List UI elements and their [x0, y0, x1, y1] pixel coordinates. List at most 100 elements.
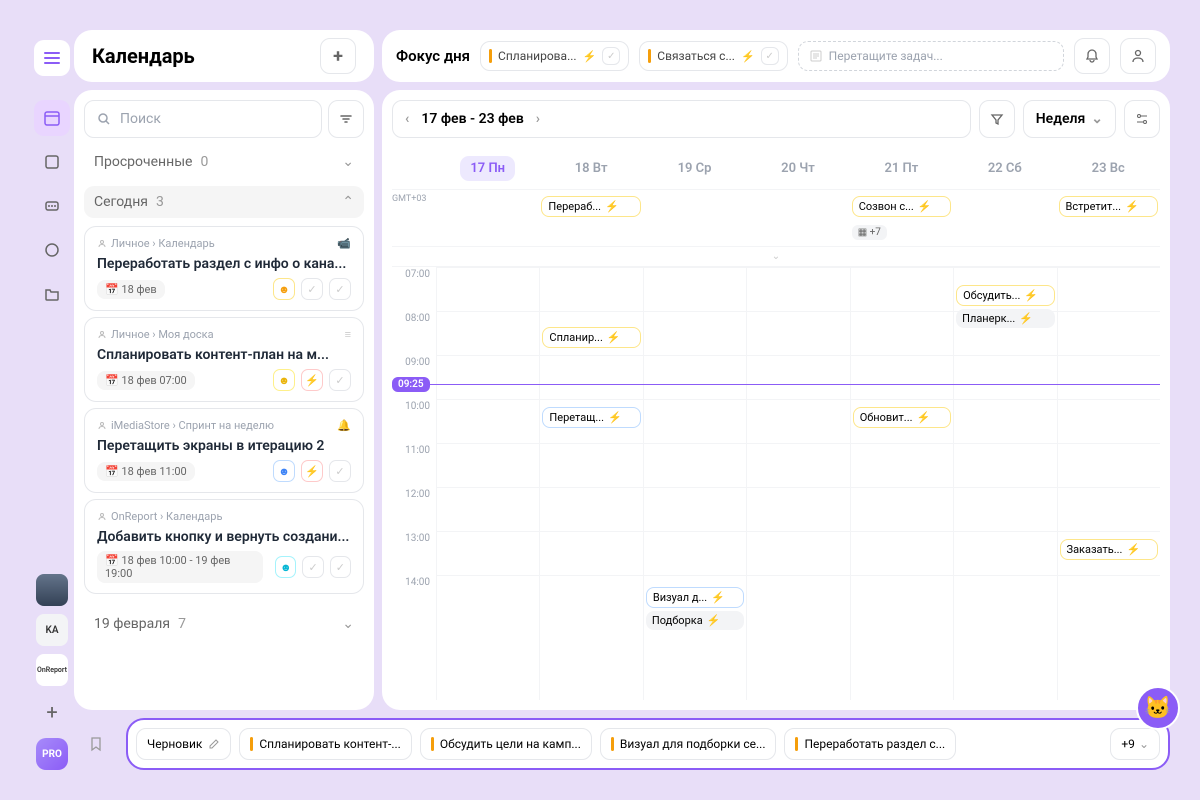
- cal-settings-button[interactable]: [1124, 100, 1160, 138]
- day-header[interactable]: 19 Ср: [643, 156, 746, 181]
- calendar-event[interactable]: Спланир... ⚡: [542, 327, 640, 348]
- hour-label: 11:00: [392, 443, 436, 487]
- task-status-icon[interactable]: ✓: [301, 278, 323, 300]
- day-column[interactable]: Обсудить... ⚡ Планерк... ⚡: [953, 267, 1056, 700]
- bottom-chip[interactable]: Обсудить цели на камп...: [420, 728, 592, 760]
- day-header[interactable]: 21 Пт: [850, 156, 953, 181]
- task-status-icon[interactable]: ☻: [273, 278, 295, 300]
- day-header[interactable]: 22 Сб: [953, 156, 1056, 181]
- task-date: 📅 18 фев: [97, 280, 165, 299]
- calendar-event[interactable]: Визуал д... ⚡: [646, 587, 744, 608]
- day-column[interactable]: [436, 267, 539, 700]
- add-button[interactable]: +: [320, 38, 356, 74]
- task-date: 📅 18 фев 11:00: [97, 462, 195, 481]
- hour-label: 12:00: [392, 487, 436, 531]
- day-column[interactable]: Визуал д... ⚡ Подборка ⚡: [643, 267, 746, 700]
- task-status-icon[interactable]: ✓: [329, 460, 351, 482]
- prev-week-button[interactable]: ‹: [401, 111, 413, 127]
- calendar-event[interactable]: Перетащ... ⚡: [542, 407, 640, 428]
- calendar-event[interactable]: Обсудить... ⚡: [956, 285, 1054, 306]
- calendar-panel: ‹ 17 фев - 23 фев › Неделя ⌄ 17: [382, 90, 1170, 710]
- task-card[interactable]: Личное › Моя доска ≡ Спланировать контен…: [84, 317, 364, 402]
- allday-event[interactable]: Созвон с... ⚡: [852, 196, 951, 217]
- task-sidebar: Поиск Просроченные 0 ⌄ Сегодня 3 ⌃: [74, 90, 374, 710]
- task-status-icon[interactable]: ☻: [273, 460, 295, 482]
- task-status-icon[interactable]: ☻: [275, 556, 296, 578]
- nav-calendar[interactable]: [34, 100, 70, 136]
- nav-chat[interactable]: [34, 232, 70, 268]
- day-header[interactable]: 17 Пн: [436, 156, 539, 181]
- filter-button[interactable]: [328, 100, 364, 138]
- bottom-chip[interactable]: Переработать раздел с...: [784, 728, 956, 760]
- more-chips-button[interactable]: +9 ⌄: [1110, 728, 1160, 760]
- workspace-avatar-ka[interactable]: KA: [36, 614, 68, 646]
- task-title: Перетащить экраны в итерацию 2: [97, 438, 351, 454]
- task-status-icon[interactable]: ✓: [329, 369, 351, 391]
- pro-badge[interactable]: PRO: [36, 738, 68, 770]
- calendar-event[interactable]: Заказать... ⚡: [1060, 539, 1158, 560]
- task-status-icon[interactable]: ☻: [273, 369, 295, 391]
- allday-event[interactable]: Перераб... ⚡: [541, 196, 640, 217]
- calendar-event[interactable]: Обновит... ⚡: [853, 407, 951, 428]
- day-header[interactable]: 20 Чт: [746, 156, 849, 181]
- profile-button[interactable]: [1120, 38, 1156, 74]
- bottom-bar: Черновик Спланировать контент-... Обсудит…: [126, 718, 1170, 770]
- timezone-label: GMT+03: [392, 194, 426, 204]
- bottom-chip[interactable]: Спланировать контент-...: [239, 728, 411, 760]
- nav-dots[interactable]: [34, 188, 70, 224]
- add-workspace-button[interactable]: +: [34, 694, 70, 730]
- day-header[interactable]: 23 Вс: [1057, 156, 1160, 181]
- task-status-icon[interactable]: ✓: [329, 278, 351, 300]
- notifications-button[interactable]: [1074, 38, 1110, 74]
- task-date: 📅 18 фев 10:00 - 19 фев 19:00: [97, 551, 263, 583]
- expand-allday-button[interactable]: ⌄: [392, 247, 1160, 267]
- bookmark-button[interactable]: [74, 718, 118, 770]
- task-status-icon[interactable]: ✓: [330, 556, 351, 578]
- workspace-avatar-1[interactable]: [36, 574, 68, 606]
- next-week-button[interactable]: ›: [532, 111, 544, 127]
- group-overdue[interactable]: Просроченные 0 ⌄: [84, 146, 364, 178]
- workspace-avatar-onreport[interactable]: OnReport: [36, 654, 68, 686]
- chevron-down-icon: ⌄: [342, 616, 354, 632]
- draft-chip[interactable]: Черновик: [136, 728, 231, 760]
- hour-label: 14:00: [392, 575, 436, 619]
- task-title: Спланировать контент-план на м...: [97, 347, 351, 363]
- group-today[interactable]: Сегодня 3 ⌃: [84, 186, 364, 218]
- task-breadcrumb: iMediaStore › Спринт на неделю 🔔: [97, 419, 351, 432]
- calendar-event[interactable]: Планерк... ⚡: [956, 309, 1054, 328]
- nav-folder[interactable]: [34, 276, 70, 312]
- day-column[interactable]: [746, 267, 849, 700]
- bottom-chip[interactable]: Визуал для подборки се...: [600, 728, 777, 760]
- allday-event[interactable]: Встретит... ⚡: [1059, 196, 1158, 217]
- focus-chip-1[interactable]: Спланирова...⚡✓: [480, 41, 629, 71]
- task-card[interactable]: OnReport › Календарь Добавить кнопку и в…: [84, 499, 364, 594]
- search-input[interactable]: Поиск: [84, 100, 322, 138]
- focus-chip-2[interactable]: Связаться с...⚡✓: [639, 41, 787, 71]
- calendar-event[interactable]: Подборка ⚡: [646, 611, 744, 630]
- task-status-icon[interactable]: ✓: [302, 556, 323, 578]
- day-header[interactable]: 18 Вт: [539, 156, 642, 181]
- task-status-icon[interactable]: ⚡: [301, 369, 323, 391]
- task-breadcrumb: Личное › Моя доска ≡: [97, 328, 351, 341]
- more-events[interactable]: ▦ +7: [852, 225, 887, 240]
- chevron-up-icon: ⌃: [342, 194, 354, 210]
- group-tomorrow[interactable]: 19 февраля 7 ⌄: [84, 608, 364, 640]
- hour-label: 13:00: [392, 531, 436, 575]
- focus-drop-zone[interactable]: Перетащите задач...: [798, 41, 1064, 71]
- current-time-badge: 09:25: [392, 377, 430, 392]
- task-card[interactable]: iMediaStore › Спринт на неделю 🔔 Перетащ…: [84, 408, 364, 493]
- assistant-button[interactable]: 🐱: [1136, 686, 1180, 730]
- view-selector[interactable]: Неделя ⌄: [1023, 100, 1116, 138]
- task-title: Добавить кнопку и вернуть создани...: [97, 529, 351, 545]
- menu-button[interactable]: [34, 40, 70, 76]
- focus-label: Фокус дня: [396, 47, 470, 65]
- cal-filter-button[interactable]: [979, 100, 1015, 138]
- nav-notes[interactable]: [34, 144, 70, 180]
- day-column[interactable]: Заказать... ⚡: [1057, 267, 1160, 700]
- day-column[interactable]: Обновит... ⚡: [850, 267, 953, 700]
- task-status-icon[interactable]: ⚡: [301, 460, 323, 482]
- task-breadcrumb: Личное › Календарь 📹: [97, 237, 351, 250]
- task-card[interactable]: Личное › Календарь 📹 Переработать раздел…: [84, 226, 364, 311]
- date-range: 17 фев - 23 фев: [421, 111, 523, 127]
- day-column[interactable]: Спланир... ⚡ Перетащ... ⚡: [539, 267, 642, 700]
